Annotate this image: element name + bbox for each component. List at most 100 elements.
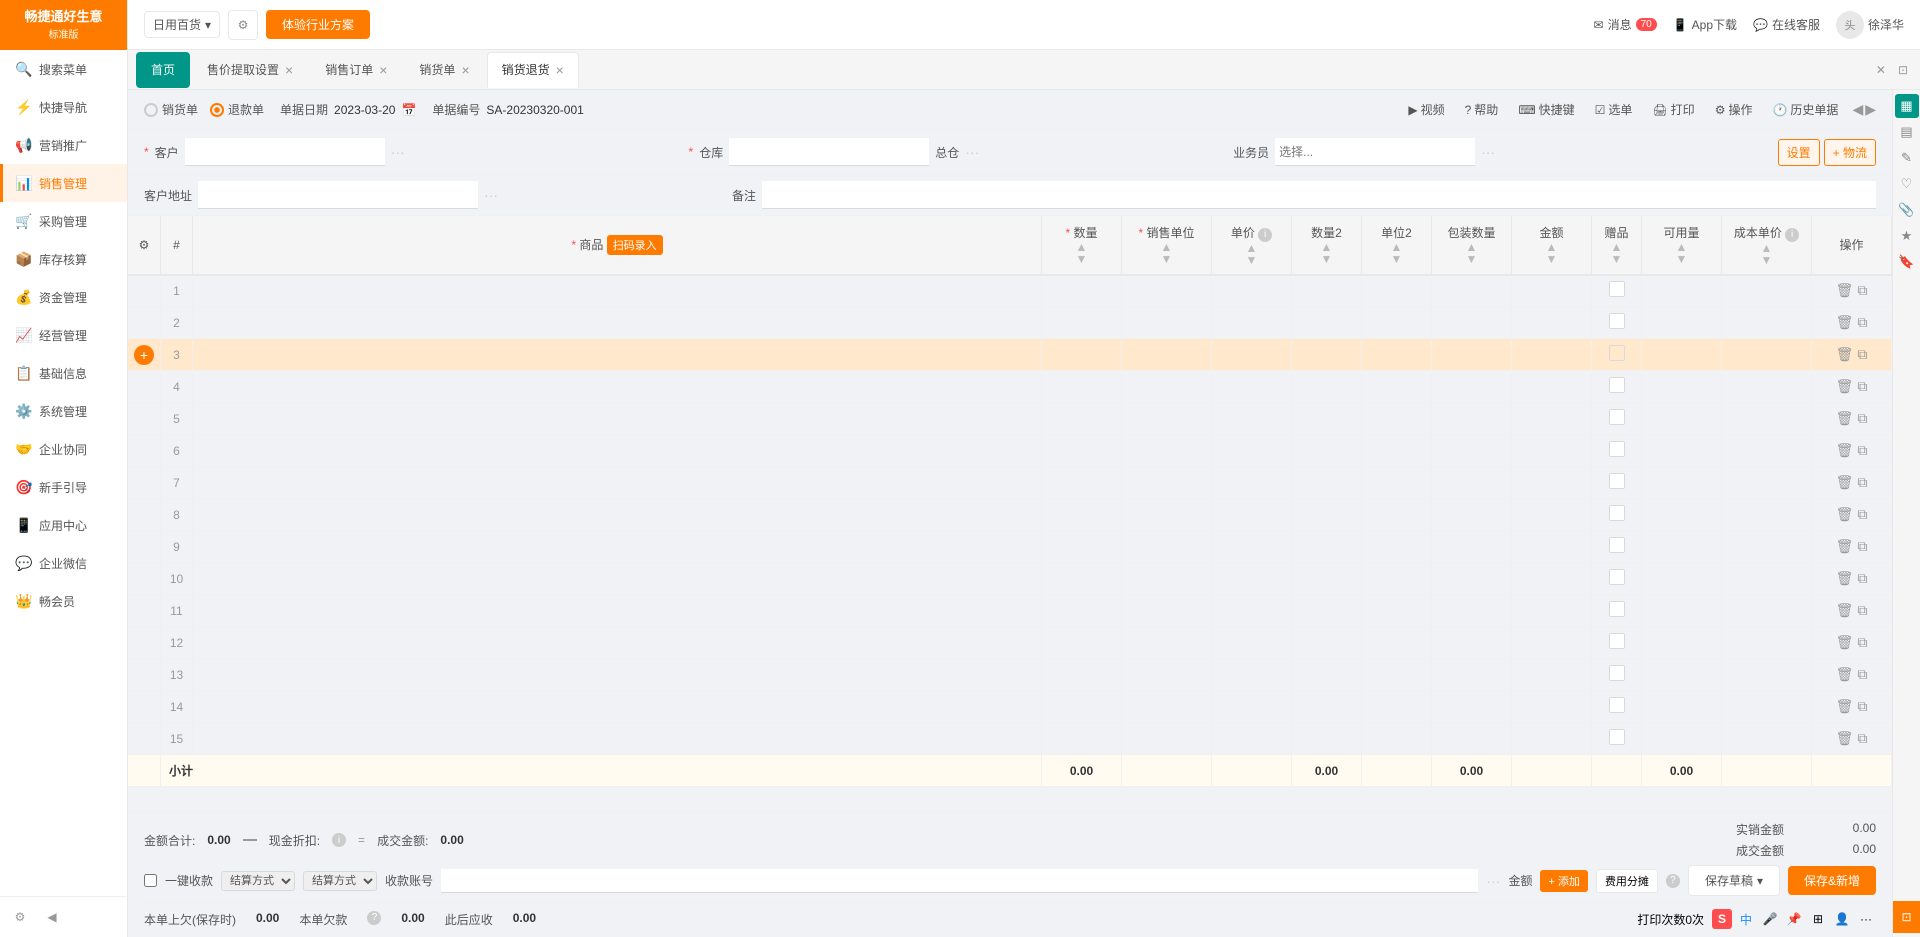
- row-qty-cell[interactable]: [1042, 435, 1122, 467]
- row-product-cell[interactable]: [193, 403, 1042, 435]
- row-unit2-cell[interactable]: [1362, 307, 1432, 339]
- copy-row-btn[interactable]: ⧉: [1857, 602, 1867, 619]
- row-product-cell[interactable]: [193, 563, 1042, 595]
- fee-split-btn[interactable]: 费用分摊: [1596, 869, 1658, 893]
- row-amount-cell[interactable]: [1512, 659, 1592, 691]
- row-qty-cell[interactable]: [1042, 371, 1122, 403]
- row-available-cell[interactable]: [1642, 723, 1722, 755]
- salesperson-select-btn[interactable]: ···: [1481, 144, 1495, 160]
- row-qty2-cell[interactable]: [1292, 371, 1362, 403]
- prev-record-btn[interactable]: ◀: [1852, 101, 1863, 118]
- debt-info-icon[interactable]: ?: [367, 911, 381, 925]
- copy-row-btn[interactable]: ⧉: [1857, 442, 1867, 459]
- price-info-icon[interactable]: i: [1258, 228, 1272, 242]
- row-amount-cell[interactable]: [1512, 339, 1592, 371]
- row-qty2-cell[interactable]: [1292, 307, 1362, 339]
- customer-select-btn[interactable]: ···: [391, 144, 405, 160]
- sidebar-item-newbie[interactable]: 🎯 新手引导: [0, 468, 127, 506]
- row-product-cell[interactable]: [193, 435, 1042, 467]
- gift-checkbox[interactable]: [1609, 473, 1625, 489]
- delete-row-btn[interactable]: 🗑: [1836, 282, 1854, 299]
- history-action[interactable]: 🕐 历史单据: [1766, 98, 1844, 121]
- row-product-cell[interactable]: [193, 467, 1042, 499]
- close-tab-btn[interactable]: ✕: [1872, 63, 1890, 77]
- row-qty-cell[interactable]: [1042, 339, 1122, 371]
- row-qty2-cell[interactable]: [1292, 627, 1362, 659]
- row-cost-cell[interactable]: [1722, 691, 1812, 723]
- row-price-cell[interactable]: [1212, 435, 1292, 467]
- one-click-collect-checkbox[interactable]: [144, 874, 157, 887]
- row-unit2-cell[interactable]: [1362, 659, 1432, 691]
- row-product-cell[interactable]: [193, 595, 1042, 627]
- copy-row-btn[interactable]: ⧉: [1857, 730, 1867, 747]
- row-qty-cell[interactable]: [1042, 467, 1122, 499]
- row-price-cell[interactable]: [1212, 499, 1292, 531]
- row-pack-qty-cell[interactable]: [1432, 595, 1512, 627]
- row-product-cell[interactable]: [193, 371, 1042, 403]
- row-gift-cell[interactable]: [1592, 627, 1642, 659]
- row-amount-cell[interactable]: [1512, 435, 1592, 467]
- row-cost-cell[interactable]: [1722, 307, 1812, 339]
- settle-method-select[interactable]: 结算方式: [221, 871, 295, 891]
- row-gift-cell[interactable]: [1592, 339, 1642, 371]
- row-qty-cell[interactable]: [1042, 595, 1122, 627]
- row-unit-cell[interactable]: [1122, 403, 1212, 435]
- copy-row-btn[interactable]: ⧉: [1857, 538, 1867, 555]
- address-select-btn[interactable]: ···: [484, 187, 498, 203]
- taskbar-person-icon[interactable]: 👤: [1832, 909, 1852, 929]
- row-pack-qty-cell[interactable]: [1432, 659, 1512, 691]
- product-input[interactable]: [199, 348, 1035, 362]
- gift-checkbox[interactable]: [1609, 633, 1625, 649]
- taskbar-s-icon[interactable]: S: [1712, 909, 1732, 929]
- delete-row-btn[interactable]: 🗑: [1836, 378, 1854, 395]
- right-btn-attach[interactable]: 📎: [1895, 198, 1919, 222]
- copy-row-btn[interactable]: ⧉: [1857, 570, 1867, 587]
- gift-checkbox[interactable]: [1609, 697, 1625, 713]
- row-available-cell[interactable]: [1642, 563, 1722, 595]
- logistics-btn[interactable]: + 物流: [1824, 139, 1876, 166]
- sidebar-item-search[interactable]: 🔍 搜索菜单: [0, 50, 127, 88]
- row-pack-qty-cell[interactable]: [1432, 371, 1512, 403]
- gift-checkbox[interactable]: [1609, 377, 1625, 393]
- row-pack-qty-cell[interactable]: [1432, 563, 1512, 595]
- row-qty2-cell[interactable]: [1292, 691, 1362, 723]
- delete-row-btn[interactable]: 🗑: [1836, 538, 1854, 555]
- tab-price-settings[interactable]: 售价提取设置 ×: [192, 52, 308, 88]
- row-product-cell[interactable]: [193, 339, 1042, 371]
- row-gift-cell[interactable]: [1592, 691, 1642, 723]
- row-unit-cell[interactable]: [1122, 595, 1212, 627]
- row-unit-cell[interactable]: [1122, 307, 1212, 339]
- row-gift-cell[interactable]: [1592, 499, 1642, 531]
- trial-btn[interactable]: 体验行业方案: [266, 10, 370, 39]
- settle-method-select2[interactable]: 结算方式: [303, 871, 377, 891]
- sidebar-item-purchase[interactable]: 🛒 采购管理: [0, 202, 127, 240]
- row-price-cell[interactable]: [1212, 307, 1292, 339]
- row-amount-cell[interactable]: [1512, 563, 1592, 595]
- row-price-cell[interactable]: [1212, 531, 1292, 563]
- row-unit2-cell[interactable]: [1362, 499, 1432, 531]
- help-action[interactable]: ? 帮助: [1459, 98, 1505, 121]
- row-qty2-cell[interactable]: [1292, 467, 1362, 499]
- row-cost-cell[interactable]: [1722, 467, 1812, 499]
- add-row-btn[interactable]: +: [134, 345, 154, 365]
- row-product-cell[interactable]: [193, 691, 1042, 723]
- row-unit2-cell[interactable]: [1362, 371, 1432, 403]
- cost-info-icon[interactable]: i: [1785, 228, 1799, 242]
- row-amount-cell[interactable]: [1512, 595, 1592, 627]
- taskbar-pin-icon[interactable]: 📌: [1784, 909, 1804, 929]
- row-cost-cell[interactable]: [1722, 435, 1812, 467]
- copy-row-btn[interactable]: ⧉: [1857, 634, 1867, 651]
- row-qty-cell[interactable]: [1042, 659, 1122, 691]
- row-available-cell[interactable]: [1642, 339, 1722, 371]
- row-unit-cell[interactable]: [1122, 371, 1212, 403]
- table-settings-icon[interactable]: ⚙: [139, 238, 150, 252]
- radio-return[interactable]: 退款单: [210, 101, 264, 118]
- tab-sales-order-close[interactable]: ×: [379, 63, 387, 77]
- row-qty2-cell[interactable]: [1292, 531, 1362, 563]
- sidebar-item-shortcut[interactable]: ⚡ 快捷导航: [0, 88, 127, 126]
- row-amount-cell[interactable]: [1512, 627, 1592, 659]
- row-pack-qty-cell[interactable]: [1432, 499, 1512, 531]
- row-cost-cell[interactable]: [1722, 563, 1812, 595]
- delete-row-btn[interactable]: 🗑: [1836, 570, 1854, 587]
- gift-checkbox[interactable]: [1609, 281, 1625, 297]
